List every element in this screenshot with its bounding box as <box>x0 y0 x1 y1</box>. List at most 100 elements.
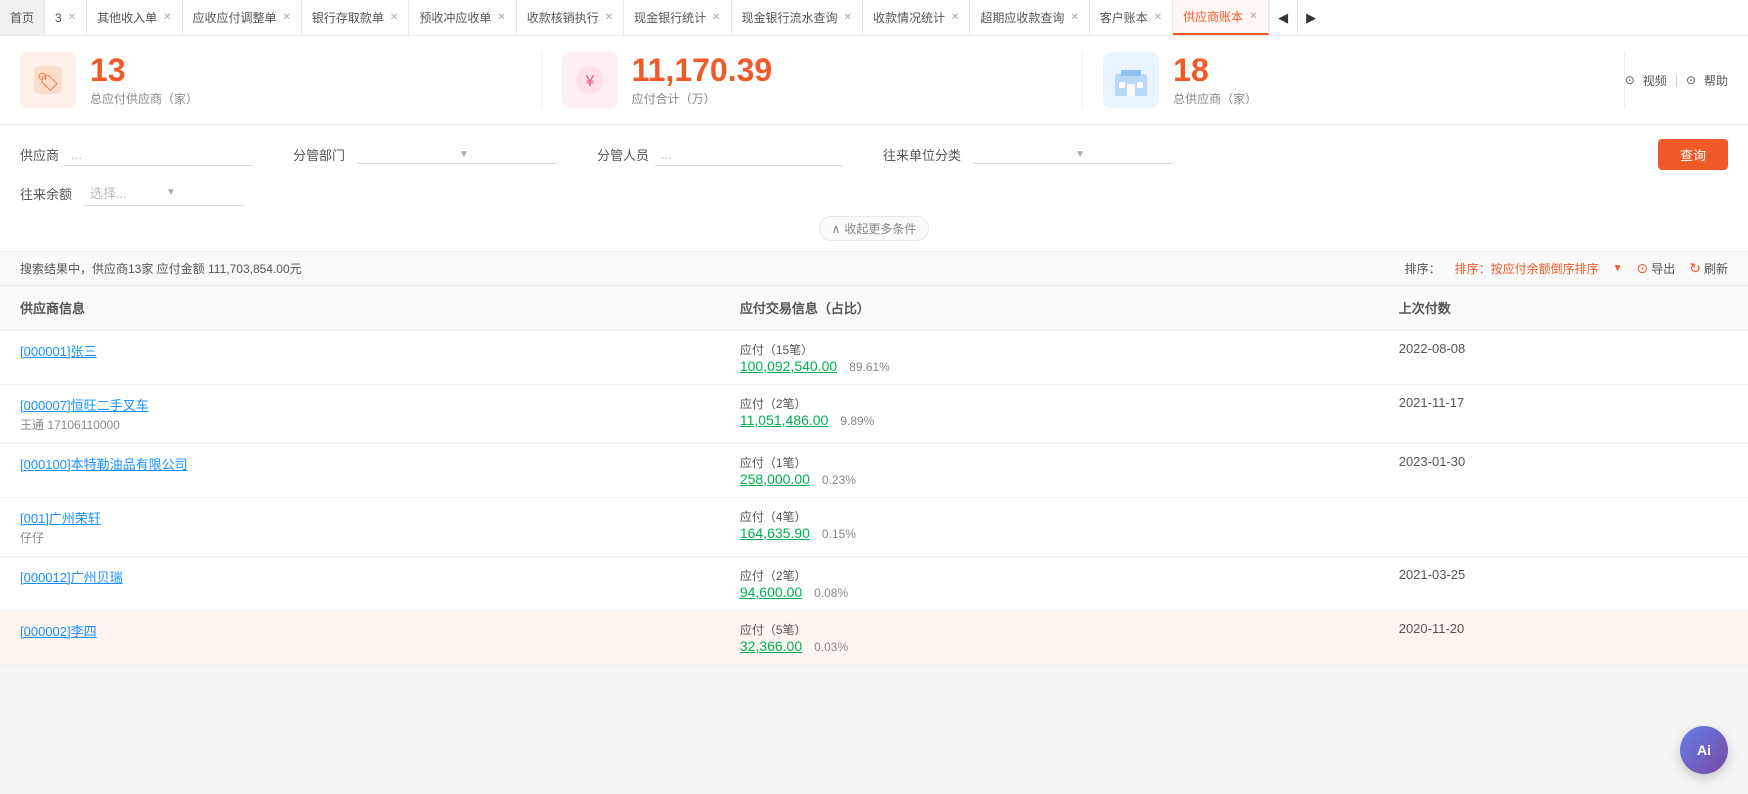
nav-item-customer-book[interactable]: 客户账本 ✕ <box>1090 0 1173 35</box>
dept-field: 分管部门 ▼ <box>293 145 557 164</box>
last-payment-date: 2021-11-17 <box>1399 395 1465 410</box>
nav-item-supplier-book[interactable]: 供应商账本 ✕ <box>1173 0 1268 35</box>
dept-select[interactable]: ▼ <box>357 146 557 164</box>
collapse-button[interactable]: ∧ 收起更多条件 <box>819 216 930 241</box>
nav-item-adjustment[interactable]: 应收应付调整单 ✕ <box>183 0 302 35</box>
last-payment-cell: 2023-01-30 <box>1379 444 1748 498</box>
payable-label: 应付（1笔） <box>740 456 807 470</box>
payable-amount[interactable]: 11,051,486.00 <box>740 412 829 428</box>
nav-item-cash-flow[interactable]: 现金银行流水查询 ✕ <box>732 0 863 35</box>
supplier-name-link[interactable]: [000001]张三 <box>20 341 700 360</box>
chevron-down-icon-sort[interactable]: ▼ <box>1613 263 1623 274</box>
close-icon[interactable]: ✕ <box>283 12 291 23</box>
results-actions: 排序： 排序：按应付余额倒序排序 ▼ ⊙ 导出 ↻ 刷新 <box>1405 260 1728 277</box>
top-nav: 首页 3 ✕ 其他收入单 ✕ 应收应付调整单 ✕ 银行存取款单 ✕ 预收冲应收单… <box>0 0 1748 36</box>
nav-item-collection-stats[interactable]: 收款情况统计 ✕ <box>863 0 970 35</box>
supplier-name-link[interactable]: [000002]李四 <box>20 621 700 640</box>
close-icon[interactable]: ✕ <box>390 12 398 23</box>
supplier-field: 供应商 <box>20 144 253 166</box>
sort-label: 排序： <box>1405 260 1441 277</box>
payable-label: 应付（5笔） <box>740 623 807 637</box>
payable-pct: 0.03% <box>814 640 848 654</box>
payable-amount[interactable]: 94,600.00 <box>740 584 802 600</box>
category-field: 往来单位分类 ▼ <box>883 145 1173 164</box>
category-select[interactable]: ▼ <box>973 146 1173 164</box>
close-icon[interactable]: ✕ <box>844 12 852 23</box>
dept-label: 分管部门 <box>293 145 345 164</box>
close-icon[interactable]: ✕ <box>68 12 76 23</box>
payable-amount[interactable]: 100,092,540.00 <box>740 358 837 374</box>
supplier-name-link[interactable]: [000007]恒旺二手叉车 <box>20 395 700 414</box>
supplier-name-link[interactable]: [000012]广州贝瑞 <box>20 567 700 586</box>
last-payment-date: 2023-01-30 <box>1399 454 1466 469</box>
balance-label: 往来余额 <box>20 184 72 203</box>
nav-item-other-income[interactable]: 其他收入单 ✕ <box>87 0 182 35</box>
payable-amount[interactable]: 258,000.00 <box>740 471 810 487</box>
payable-suppliers-label: 总应付供应商（家） <box>90 90 198 107</box>
close-icon[interactable]: ✕ <box>1070 12 1078 23</box>
table-header: 供应商信息 应付交易信息（占比） 上次付数 <box>0 286 1748 330</box>
table-container: 供应商信息 应付交易信息（占比） 上次付数 [000001]张三应付（15笔）1… <box>0 286 1748 665</box>
total-payable-label: 应付合计（万） <box>632 90 773 107</box>
table-row: [000001]张三 应付（15笔）100,092,540.00 89.61% 202… <box>0 330 1748 385</box>
svg-text:¥: ¥ <box>584 73 594 90</box>
total-payable-icon: ¥ <box>562 52 618 108</box>
video-icon: ⊙ <box>1625 73 1635 87</box>
close-icon[interactable]: ✕ <box>1154 12 1162 23</box>
balance-field: 往来余额 选择... ▼ <box>20 180 244 206</box>
payable-info-cell: 应付（5笔）32,366.00 0.03% <box>720 611 1379 665</box>
close-icon[interactable]: ✕ <box>712 12 720 23</box>
nav-item-3[interactable]: 3 ✕ <box>45 0 87 35</box>
video-link[interactable]: 视频 <box>1643 72 1667 89</box>
payable-info-cell: 应付（15笔）100,092,540.00 89.61% <box>720 330 1379 385</box>
last-payment-cell: 2022-08-08 <box>1379 330 1748 385</box>
chevron-down-icon-3: ▼ <box>166 187 238 198</box>
total-payable-number: 11,170.39 <box>632 54 773 86</box>
sort-selector[interactable]: 排序：按应付余额倒序排序 <box>1455 260 1599 277</box>
nav-item-collection[interactable]: 收款核销执行 ✕ <box>517 0 624 35</box>
ai-button[interactable]: Ai <box>1680 726 1728 774</box>
payable-amount[interactable]: 32,366.00 <box>740 638 802 654</box>
payable-pct: 89.61% <box>849 360 890 374</box>
refresh-icon: ↻ <box>1689 260 1701 277</box>
close-icon[interactable]: ✕ <box>497 12 505 23</box>
supplier-info-cell: [000100]本特勒油品有限公司 <box>0 444 720 498</box>
chevron-up-icon: ∧ <box>832 222 841 236</box>
table-row: [001]广州荣轩仔仔应付（4笔）164,635.900.15% <box>0 498 1748 557</box>
supplier-name-link[interactable]: [000100]本特勒油品有限公司 <box>20 454 700 473</box>
payable-amount[interactable]: 164,635.90 <box>740 525 810 541</box>
col-supplier-info: 供应商信息 <box>0 286 720 330</box>
close-icon[interactable]: ✕ <box>1249 11 1257 22</box>
close-icon[interactable]: ✕ <box>163 12 171 23</box>
summary-bar: 🏷 13 总应付供应商（家） ¥ 11,170.39 应付合计（万） <box>0 36 1748 125</box>
refresh-button[interactable]: ↻ 刷新 <box>1689 260 1728 277</box>
close-icon[interactable]: ✕ <box>605 12 613 23</box>
table-row: [000012]广州贝瑞应付（2笔）94,600.000.08%2021-03-… <box>0 557 1748 611</box>
person-input[interactable] <box>655 144 843 166</box>
nav-prev-arrow[interactable]: ◀ <box>1269 0 1297 36</box>
help-link[interactable]: 帮助 <box>1704 72 1728 89</box>
results-summary: 搜索结果中，供应商13家 应付金额 111,703,854.00元 <box>20 260 302 277</box>
nav-next-arrow[interactable]: ▶ <box>1297 0 1325 36</box>
category-label: 往来单位分类 <box>883 145 961 164</box>
payable-label: 应付（2笔） <box>740 397 807 411</box>
col-last-payment: 上次付数 <box>1379 286 1748 330</box>
export-button[interactable]: ⊙ 导出 <box>1637 260 1676 277</box>
data-table: 供应商信息 应付交易信息（占比） 上次付数 [000001]张三应付（15笔）1… <box>0 286 1748 665</box>
supplier-info-cell: [001]广州荣轩仔仔 <box>0 498 720 557</box>
search-row-1: 供应商 分管部门 ▼ 分管人员 往来单位分类 ▼ 查询 <box>20 139 1728 170</box>
query-button[interactable]: 查询 <box>1658 139 1728 170</box>
supplier-input[interactable] <box>65 144 253 166</box>
supplier-name-link[interactable]: [001]广州荣轩 <box>20 508 700 527</box>
nav-item-cash-bank-stats[interactable]: 现金银行统计 ✕ <box>624 0 731 35</box>
nav-item-prepay[interactable]: 预收冲应收单 ✕ <box>409 0 516 35</box>
payable-label: 应付（15笔） <box>740 343 813 357</box>
payable-pct: 0.23% <box>822 473 856 487</box>
summary-card-payable-suppliers: 🏷 13 总应付供应商（家） <box>20 52 542 108</box>
balance-select[interactable]: 选择... ▼ <box>84 180 244 206</box>
payable-suppliers-icon: 🏷 <box>20 52 76 108</box>
nav-item-home[interactable]: 首页 <box>0 0 45 35</box>
close-icon[interactable]: ✕ <box>951 12 959 23</box>
nav-item-overdue[interactable]: 超期应收款查询 ✕ <box>970 0 1089 35</box>
nav-item-bank-deposit[interactable]: 银行存取款单 ✕ <box>302 0 409 35</box>
